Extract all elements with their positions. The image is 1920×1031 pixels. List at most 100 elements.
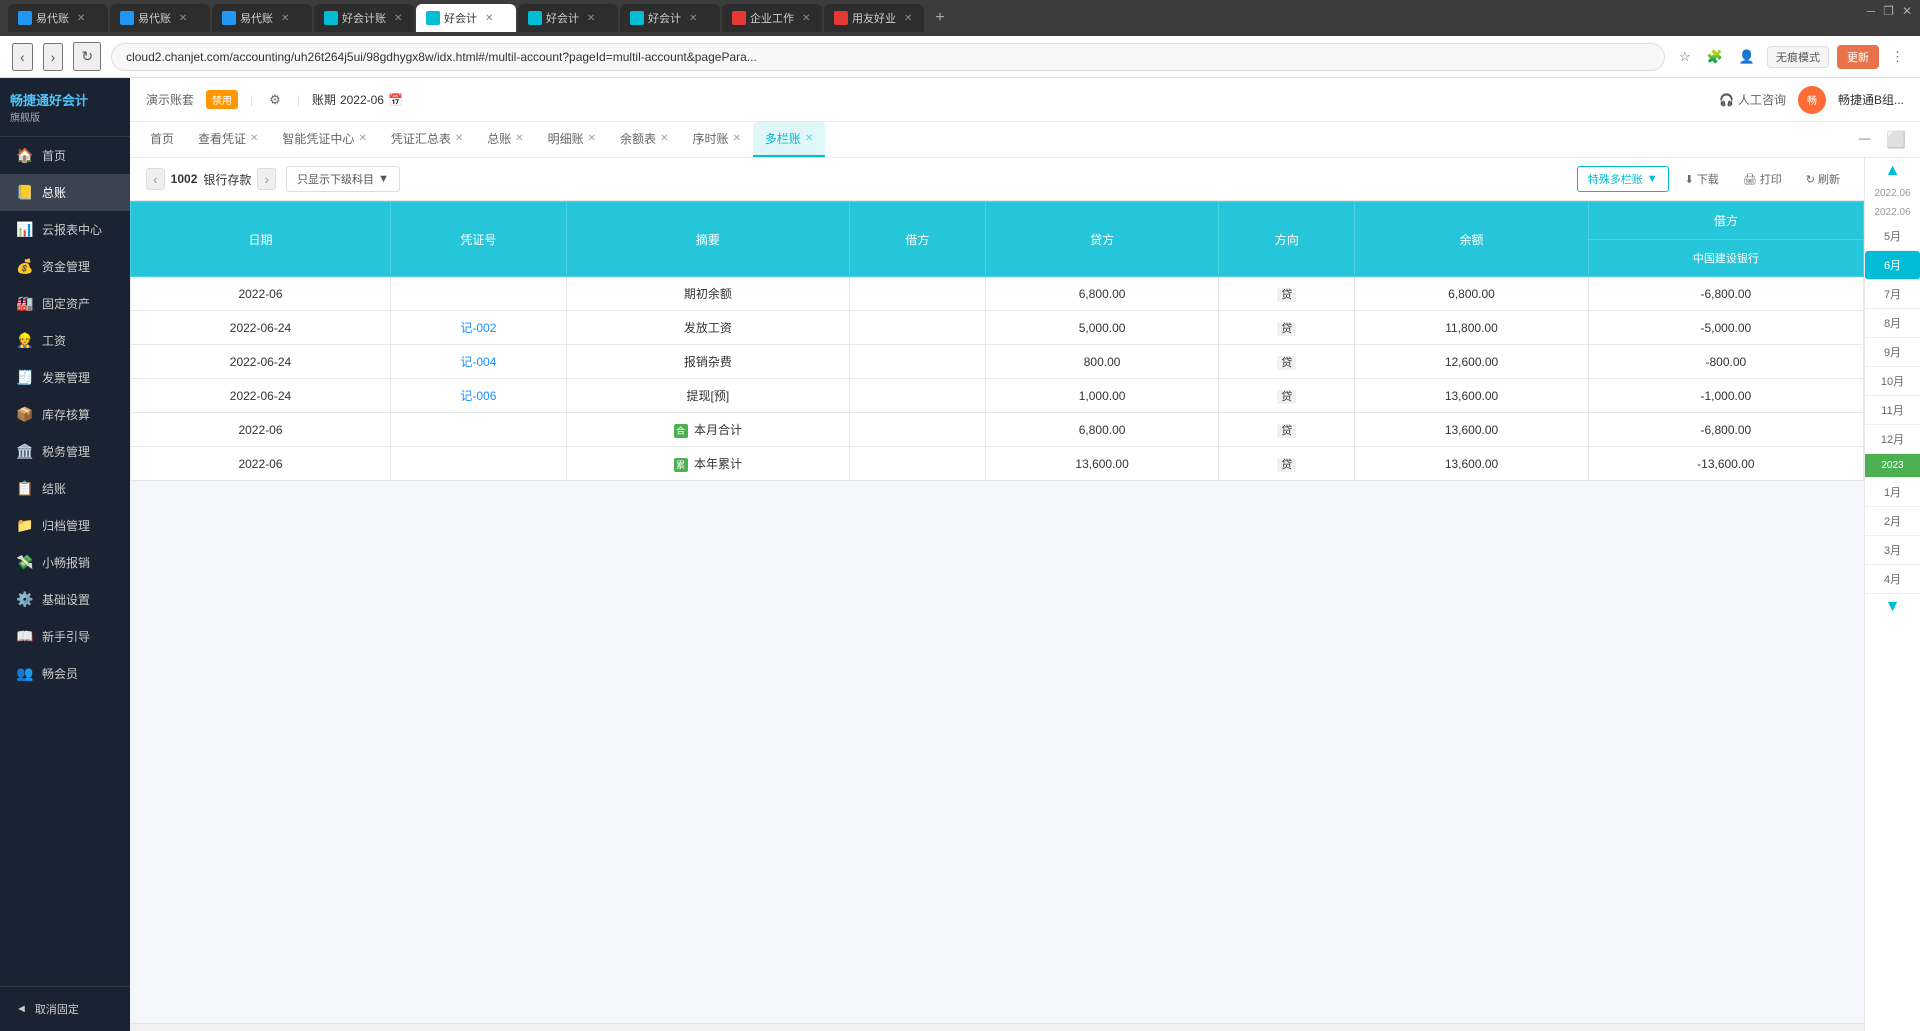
browser-tab-1[interactable]: 易代账 ✕ <box>8 4 108 32</box>
date-item-apr[interactable]: 4月 <box>1865 565 1920 594</box>
period-selector[interactable]: 账期 2022-06 📅 <box>312 91 403 108</box>
page-tab-smart[interactable]: 智能凭证中心 ✕ <box>270 122 378 157</box>
next-account-button[interactable]: › <box>257 168 276 190</box>
profile-icon[interactable]: 👤 <box>1735 47 1759 67</box>
sidebar-item-close[interactable]: 📋 结账 <box>0 470 130 507</box>
sidebar-item-tax[interactable]: 🏛️ 税务管理 <box>0 433 130 470</box>
date-item-august[interactable]: 8月 <box>1865 309 1920 338</box>
close-tab-journal[interactable]: ✕ <box>732 133 740 144</box>
date-item-november[interactable]: 11月 <box>1865 396 1920 425</box>
close-tab-summary[interactable]: ✕ <box>455 133 463 144</box>
tab-close-9[interactable]: ✕ <box>904 13 912 24</box>
voucher-link-2[interactable]: 记-002 <box>460 321 496 335</box>
forward-button[interactable]: › <box>43 43 64 71</box>
sidebar-item-member[interactable]: 👥 畅会员 <box>0 655 130 692</box>
voucher-link-4[interactable]: 记-006 <box>460 389 496 403</box>
date-item-may[interactable]: 5月 <box>1865 222 1920 251</box>
filter-button[interactable]: 只显示下级科目 ▼ <box>286 166 400 192</box>
sidebar-item-invoice[interactable]: 🧾 发票管理 <box>0 359 130 396</box>
browser-tab-8[interactable]: 企业工作 ✕ <box>722 4 822 32</box>
address-input[interactable] <box>111 43 1665 71</box>
page-tab-general[interactable]: 总账 ✕ <box>475 122 535 157</box>
browser-tab-5[interactable]: 好会计 ✕ <box>416 4 516 32</box>
extension-icon[interactable]: 🧩 <box>1703 47 1727 67</box>
browser-tab-4[interactable]: 好会计账 ✕ <box>314 4 414 32</box>
tab-close-1[interactable]: ✕ <box>77 13 85 24</box>
close-button[interactable]: ✕ <box>1902 4 1912 18</box>
close-tab-multi[interactable]: ✕ <box>805 133 813 144</box>
sidebar-item-ledger[interactable]: 📒 总账 <box>0 174 130 211</box>
sidebar-item-expense[interactable]: 💸 小畅报销 <box>0 544 130 581</box>
download-button[interactable]: ⬇ 下载 <box>1677 167 1727 191</box>
monthly-tag: 合 <box>674 424 688 438</box>
close-tab-smart[interactable]: ✕ <box>358 133 366 144</box>
sidebar-item-salary[interactable]: 👷 工资 <box>0 322 130 359</box>
back-button[interactable]: ‹ <box>12 43 33 71</box>
bottom-scrollbar[interactable] <box>130 1023 1864 1031</box>
refresh-button[interactable]: ↻ 刷新 <box>1798 167 1848 191</box>
sidebar-item-assets[interactable]: 🏭 固定资产 <box>0 285 130 322</box>
date-scroll-up-button[interactable]: ▲ <box>1865 158 1920 184</box>
tab-close-8[interactable]: ✕ <box>802 13 810 24</box>
sidebar-item-settings[interactable]: ⚙️ 基础设置 <box>0 581 130 618</box>
restore-button[interactable]: ❐ <box>1883 4 1894 18</box>
browser-tab-9[interactable]: 用友好业 ✕ <box>824 4 924 32</box>
sidebar-item-reports[interactable]: 📊 云报表中心 <box>0 211 130 248</box>
date-item-december[interactable]: 12月 <box>1865 425 1920 454</box>
browser-tab-3[interactable]: 易代账 ✕ <box>212 4 312 32</box>
tab-close-4[interactable]: ✕ <box>394 13 402 24</box>
bookmark-icon[interactable]: ☆ <box>1675 47 1695 67</box>
sidebar-item-archive[interactable]: 📁 归档管理 <box>0 507 130 544</box>
page-tab-balance[interactable]: 余额表 ✕ <box>608 122 680 157</box>
tab-close-6[interactable]: ✕ <box>587 13 595 24</box>
demo-account-label: 演示账套 <box>146 91 194 108</box>
menu-icon[interactable]: ⋮ <box>1887 47 1908 67</box>
tab-close-7[interactable]: ✕ <box>689 13 697 24</box>
tab-bar-maximize[interactable]: ⬜ <box>1880 126 1912 154</box>
sidebar-item-guide[interactable]: 📖 新手引导 <box>0 618 130 655</box>
page-tab-summary[interactable]: 凭证汇总表 ✕ <box>379 122 475 157</box>
update-button[interactable]: 更新 <box>1837 45 1879 69</box>
prev-account-button[interactable]: ‹ <box>146 168 165 190</box>
page-tab-multi[interactable]: 多栏账 ✕ <box>753 122 825 157</box>
close-tab-detail[interactable]: ✕ <box>588 133 596 144</box>
tab-close-3[interactable]: ✕ <box>281 13 289 24</box>
reload-button[interactable]: ↻ <box>73 42 101 71</box>
close-tab-balance[interactable]: ✕ <box>660 133 668 144</box>
stealth-button[interactable]: 无痕模式 <box>1767 46 1829 68</box>
sidebar-item-funds[interactable]: 💰 资金管理 <box>0 248 130 285</box>
close-tab-voucher[interactable]: ✕ <box>250 133 258 144</box>
close-tab-general[interactable]: ✕ <box>515 133 523 144</box>
tab-close-5[interactable]: ✕ <box>485 13 493 24</box>
tab-bar-minimize[interactable]: ─ <box>1853 127 1876 153</box>
date-item-june[interactable]: 6月 <box>1865 251 1920 280</box>
print-button[interactable]: 🖨 打印 <box>1735 167 1790 191</box>
sidebar-item-inventory[interactable]: 📦 库存核算 <box>0 396 130 433</box>
date-item-year-2023[interactable]: 2023 <box>1865 454 1920 478</box>
user-service[interactable]: 🎧 人工咨询 <box>1719 91 1786 108</box>
page-tab-detail[interactable]: 明细账 ✕ <box>536 122 608 157</box>
page-tab-journal[interactable]: 序时账 ✕ <box>680 122 752 157</box>
page-tab-voucher[interactable]: 查看凭证 ✕ <box>186 122 270 157</box>
unpin-button[interactable]: ◄ 取消固定 <box>0 995 130 1023</box>
date-item-mar[interactable]: 3月 <box>1865 536 1920 565</box>
browser-tab-2[interactable]: 易代账 ✕ <box>110 4 210 32</box>
page-tab-home[interactable]: 首页 <box>138 122 186 157</box>
date-item-september[interactable]: 9月 <box>1865 338 1920 367</box>
date-item-july[interactable]: 7月 <box>1865 280 1920 309</box>
browser-tabs: 易代账 ✕ 易代账 ✕ 易代账 ✕ 好会计账 ✕ 好会计 ✕ 好会计 ✕ <box>8 4 954 32</box>
date-scroll-down-button[interactable]: ▼ <box>1865 594 1920 620</box>
voucher-link-3[interactable]: 记-004 <box>460 355 496 369</box>
special-multicolumn-button[interactable]: 特殊多栏账 ▼ <box>1577 166 1669 192</box>
browser-tab-6[interactable]: 好会计 ✕ <box>518 4 618 32</box>
date-item-october[interactable]: 10月 <box>1865 367 1920 396</box>
date-item-feb[interactable]: 2月 <box>1865 507 1920 536</box>
browser-tab-7[interactable]: 好会计 ✕ <box>620 4 720 32</box>
sidebar-item-home[interactable]: 🏠 首页 <box>0 137 130 174</box>
col-direction: 方向 <box>1219 202 1355 277</box>
date-item-jan[interactable]: 1月 <box>1865 478 1920 507</box>
tab-close-2[interactable]: ✕ <box>179 13 187 24</box>
topbar-settings-icon[interactable]: ⚙ <box>265 90 285 110</box>
new-tab-button[interactable]: + <box>926 4 954 32</box>
minimize-button[interactable]: ─ <box>1867 4 1876 18</box>
